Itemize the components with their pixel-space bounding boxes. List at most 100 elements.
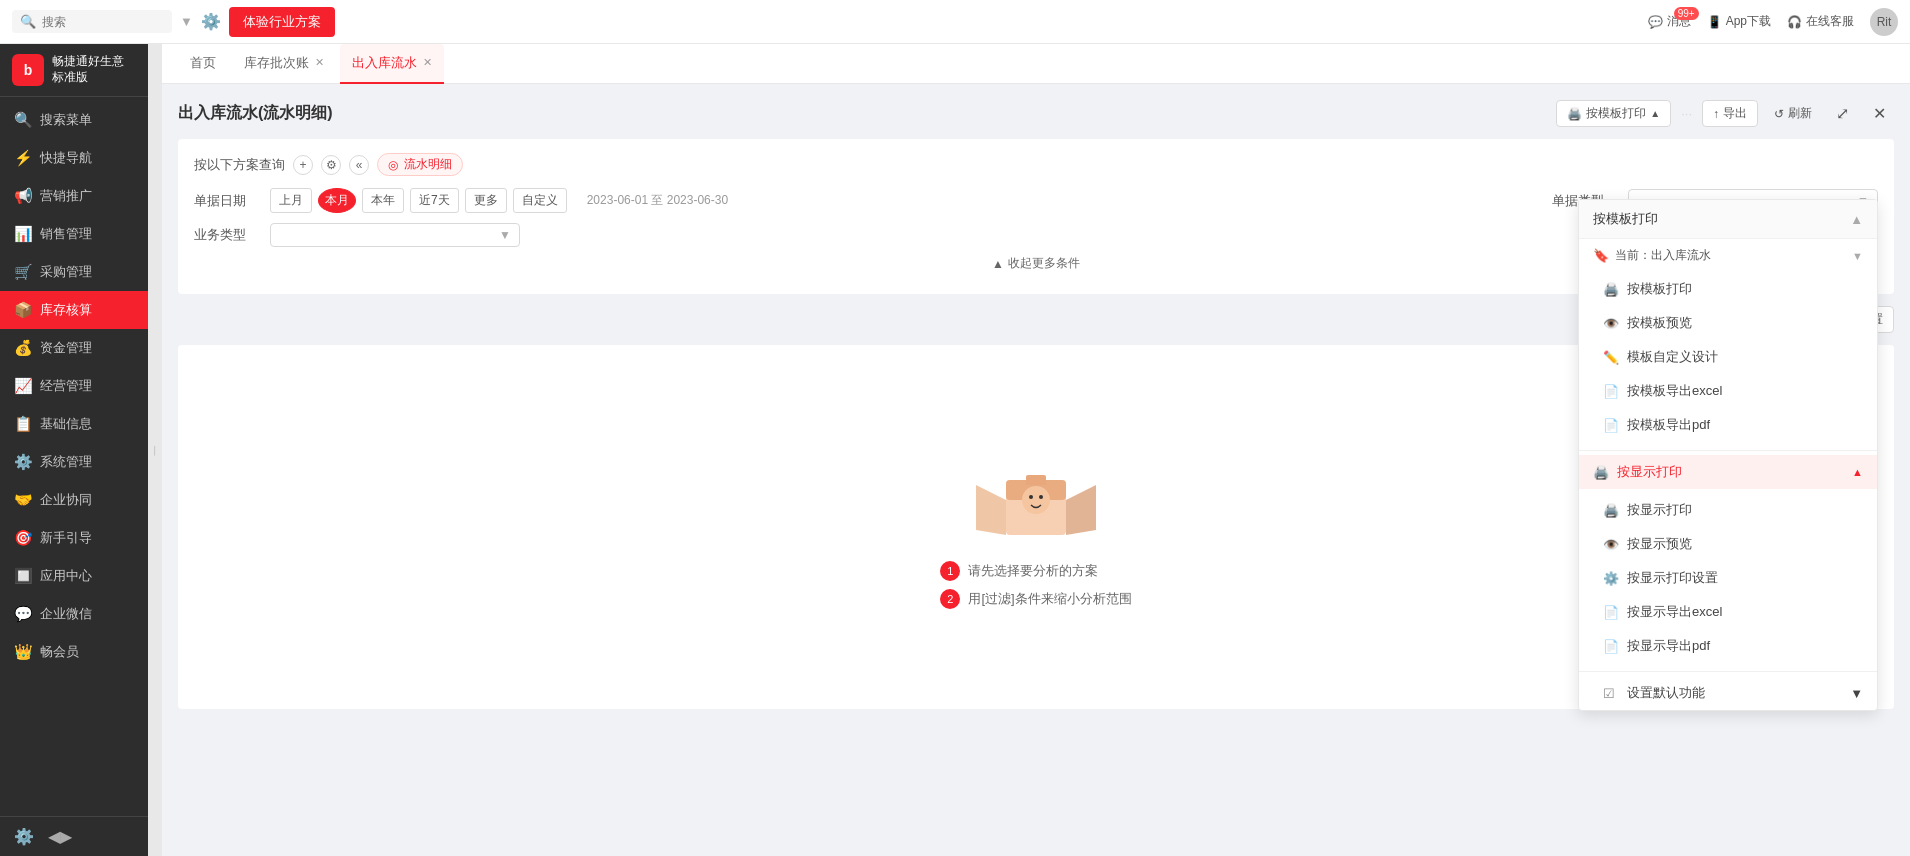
sidebar-item-wechat[interactable]: 💬企业微信 — [0, 595, 148, 633]
divider-1 — [1579, 450, 1877, 451]
sidebar-item-basic[interactable]: 📋基础信息 — [0, 405, 148, 443]
empty-illustration — [976, 445, 1096, 545]
page-content: 出入库流水(流水明细) 🖨️ 按模板打印 ▲ ··· ↑ 导出 — [162, 84, 1910, 856]
message-icon: 💬 — [1648, 15, 1663, 29]
tab-close-inout-flow[interactable]: ✕ — [423, 56, 432, 69]
sidebar-item-quicknav[interactable]: ⚡快捷导航 — [0, 139, 148, 177]
trial-button[interactable]: 体验行业方案 — [229, 7, 335, 37]
date-btn-prev-month[interactable]: 上月 — [270, 188, 312, 213]
export-button[interactable]: ↑ 导出 — [1702, 100, 1758, 127]
collapse-label: 收起更多条件 — [1008, 255, 1080, 272]
tab-label-inout-flow: 出入库流水 — [352, 54, 417, 72]
dropdown-item-template-excel[interactable]: 📄按模板导出excel — [1579, 374, 1877, 408]
logo-text-line2: 标准版 — [52, 70, 124, 86]
chevron-up-icon-filter: ▲ — [992, 257, 1004, 271]
sidebar-item-label-system: 系统管理 — [40, 453, 92, 471]
sidebar-item-enterprise[interactable]: 🤝企业协同 — [0, 481, 148, 519]
printer-icon: 🖨️ — [1567, 107, 1582, 121]
tab-home[interactable]: 首页 — [178, 44, 228, 84]
sidebar-bottom: ⚙️ ◀▶ — [0, 816, 148, 856]
date-btn-recent7[interactable]: 近7天 — [410, 188, 459, 213]
display-pdf-icon: 📄 — [1603, 639, 1619, 654]
svg-point-6 — [1029, 495, 1033, 499]
date-label: 单据日期 — [194, 192, 254, 210]
sidebar-item-finance[interactable]: 💰资金管理 — [0, 329, 148, 367]
dropdown-item-display-print-settings[interactable]: ⚙️按显示打印设置 — [1579, 561, 1877, 595]
tab-close-inventory-batch[interactable]: ✕ — [315, 56, 324, 69]
sidebar-item-inventory[interactable]: 📦库存核算 — [0, 291, 148, 329]
printer2-icon: 🖨️ — [1593, 465, 1609, 480]
sidebar-item-system[interactable]: ⚙️系统管理 — [0, 443, 148, 481]
step-2-num: 2 — [940, 589, 960, 609]
date-btn-current-month[interactable]: 本月 — [318, 188, 356, 213]
expand-button[interactable]: ⤢ — [1828, 100, 1857, 127]
tab-inventory-batch[interactable]: 库存批次账✕ — [232, 44, 336, 84]
dropdown-header-arrow[interactable]: ▲ — [1850, 212, 1863, 227]
filter-collapse-button[interactable]: « — [349, 155, 369, 175]
sidebar-item-search[interactable]: 🔍搜索菜单 — [0, 101, 148, 139]
app-download-button[interactable]: 📱 App下载 — [1707, 13, 1771, 30]
date-btn-current-year[interactable]: 本年 — [362, 188, 404, 213]
appcenter-icon: 🔲 — [14, 567, 32, 585]
svg-marker-4 — [1066, 485, 1096, 535]
member-icon: 👑 — [14, 643, 32, 661]
top-bar-left: 🔍 ▼ ⚙️ 体验行业方案 — [12, 7, 335, 37]
filter-header: 按以下方案查询 + ⚙ « ◎ 流水明细 — [194, 153, 1878, 176]
logo-letter: b — [24, 62, 33, 78]
dropdown-item-template-pdf[interactable]: 📄按模板导出pdf — [1579, 408, 1877, 442]
default-settings-icon: ☑ — [1603, 686, 1619, 701]
gear-icon[interactable]: ⚙️ — [201, 12, 221, 31]
dropdown-item-display-preview[interactable]: 👁️按显示预览 — [1579, 527, 1877, 561]
close-page-button[interactable]: ✕ — [1865, 100, 1894, 127]
message-button[interactable]: 💬 消息 99+ — [1648, 13, 1691, 30]
guide-icon: 🎯 — [14, 529, 32, 547]
dropdown-item-template-custom[interactable]: ✏️模板自定义设计 — [1579, 340, 1877, 374]
top-bar: 🔍 ▼ ⚙️ 体验行业方案 💬 消息 99+ 📱 App下载 🎧 在线客服 Ri… — [0, 0, 1910, 44]
refresh-icon: ↺ — [1774, 107, 1784, 121]
step-2-text: 用[过滤]条件来缩小分析范围 — [968, 590, 1131, 608]
template-custom-label: 模板自定义设计 — [1627, 348, 1718, 366]
date-btn-custom[interactable]: 自定义 — [513, 188, 567, 213]
search-dropdown-arrow[interactable]: ▼ — [180, 14, 193, 29]
template-print-button[interactable]: 🖨️ 按模板打印 ▲ — [1556, 100, 1671, 127]
display-section-header[interactable]: 🖨️ 按显示打印 ▲ — [1579, 455, 1877, 489]
date-btn-more[interactable]: 更多 — [465, 188, 507, 213]
search-icon: 🔍 — [14, 111, 32, 129]
display-section-arrow[interactable]: ▲ — [1852, 466, 1863, 478]
wechat-icon: 💬 — [14, 605, 32, 623]
sidebar-item-operations[interactable]: 📈经营管理 — [0, 367, 148, 405]
collapse-sidebar-icon[interactable]: ◀▶ — [48, 827, 72, 846]
business-type-select[interactable]: ▼ — [270, 223, 520, 247]
filter-add-button[interactable]: + — [293, 155, 313, 175]
filter-settings-button[interactable]: ⚙ — [321, 155, 341, 175]
sidebar-item-purchase[interactable]: 🛒采购管理 — [0, 253, 148, 291]
sidebar-item-appcenter[interactable]: 🔲应用中心 — [0, 557, 148, 595]
tab-inout-flow[interactable]: 出入库流水 ✕ — [340, 44, 444, 84]
default-settings-item[interactable]: ☑ 设置默认功能 ▼ — [1579, 676, 1877, 710]
user-avatar[interactable]: Rit — [1870, 8, 1898, 36]
dropdown-item-display-print[interactable]: 🖨️按显示打印 — [1579, 493, 1877, 527]
display-excel-icon: 📄 — [1603, 605, 1619, 620]
sidebar-item-member[interactable]: 👑畅会员 — [0, 633, 148, 671]
dropdown-header-title: 按模板打印 — [1593, 210, 1658, 228]
top-search-box[interactable]: 🔍 — [12, 10, 172, 33]
dropdown-item-display-pdf[interactable]: 📄按显示导出pdf — [1579, 629, 1877, 663]
print-dropdown-panel: 按模板打印 ▲ 🔖 当前：出入库流水 ▼ 🖨️按模板打印👁️按模板预览✏️模板自… — [1578, 199, 1878, 711]
sales-icon: 📊 — [14, 225, 32, 243]
dropdown-current-label: 当前：出入库流水 — [1615, 247, 1711, 264]
sidebar-item-guide[interactable]: 🎯新手引导 — [0, 519, 148, 557]
current-arrow[interactable]: ▼ — [1852, 250, 1863, 262]
search-input[interactable] — [42, 15, 142, 29]
online-service-button[interactable]: 🎧 在线客服 — [1787, 13, 1854, 30]
dropdown-item-template-print[interactable]: 🖨️按模板打印 — [1579, 272, 1877, 306]
sidebar-scroll[interactable]: │ — [148, 44, 162, 856]
tab-label-home: 首页 — [190, 54, 216, 72]
sidebar-item-marketing[interactable]: 📢营销推广 — [0, 177, 148, 215]
sidebar-item-label-sales: 销售管理 — [40, 225, 92, 243]
dropdown-item-template-preview[interactable]: 👁️按模板预览 — [1579, 306, 1877, 340]
sidebar-item-sales[interactable]: 📊 销售管理 — [0, 215, 148, 253]
business-type-label: 业务类型 — [194, 226, 254, 244]
settings-icon[interactable]: ⚙️ — [14, 827, 34, 846]
refresh-button[interactable]: ↺ 刷新 — [1766, 101, 1820, 126]
dropdown-item-display-excel[interactable]: 📄按显示导出excel — [1579, 595, 1877, 629]
